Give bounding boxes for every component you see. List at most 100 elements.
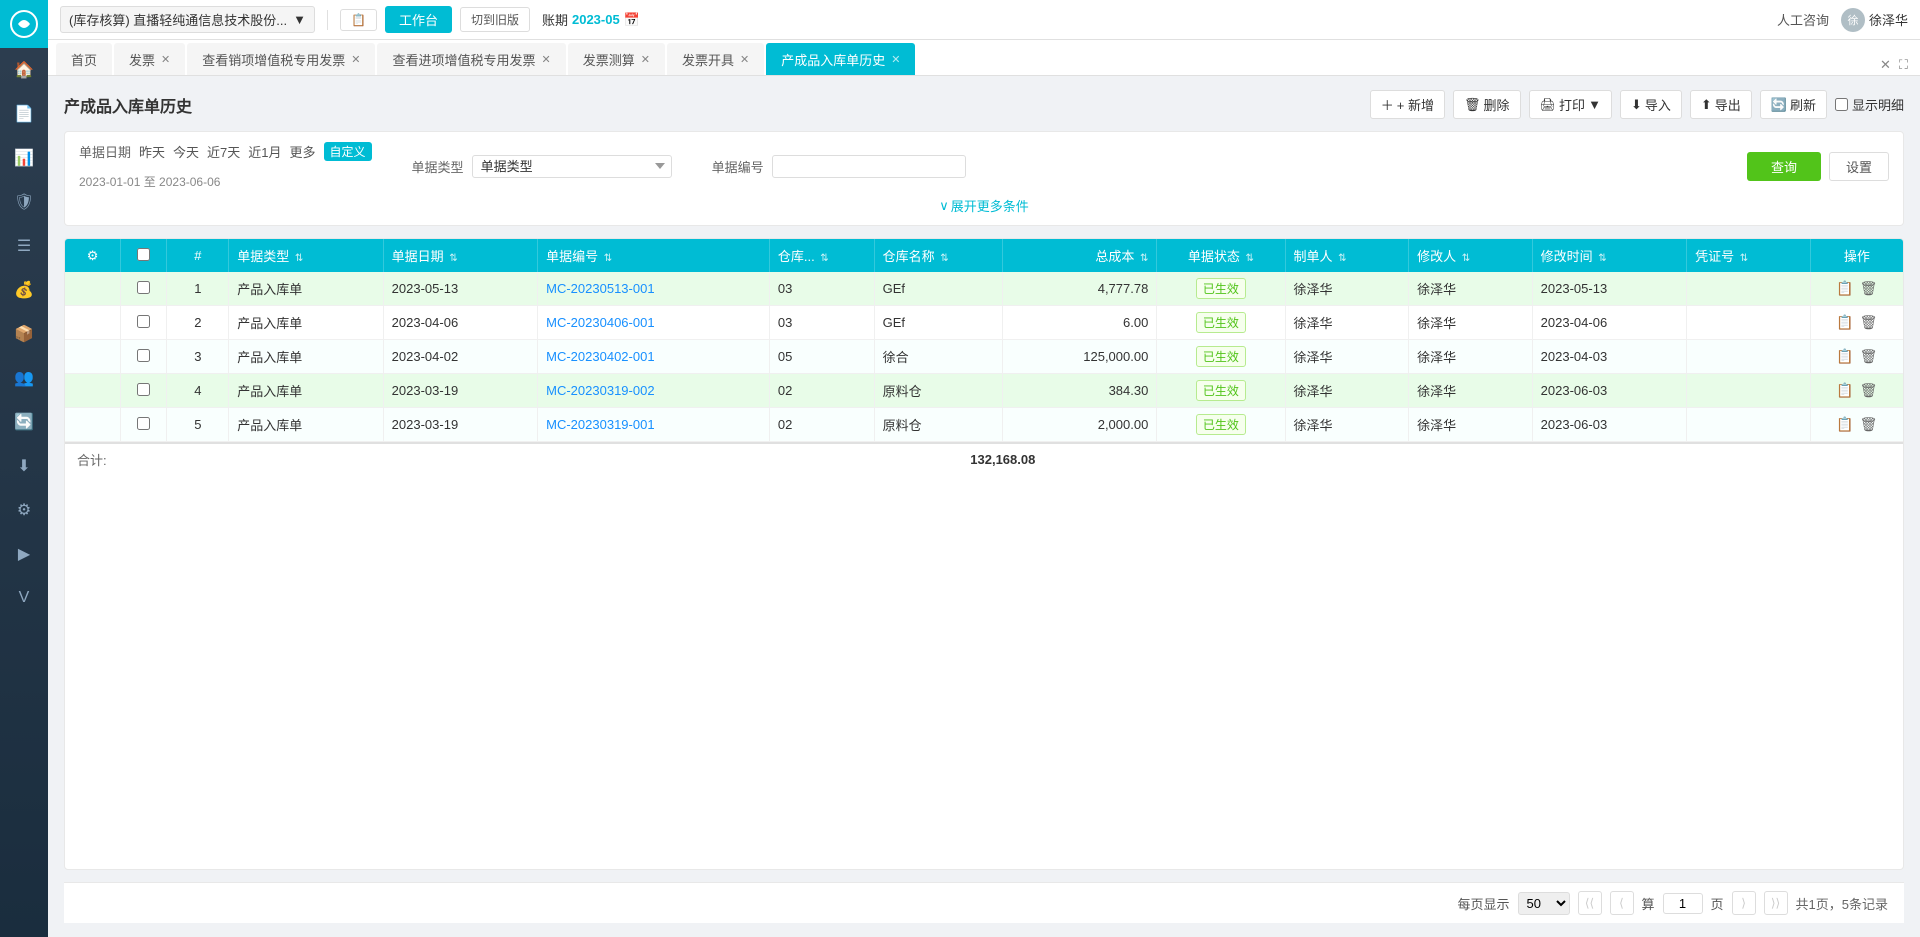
row-code[interactable]: MC-20230319-002 [538, 374, 770, 408]
delete-btn[interactable]: 🗑 删除 [1453, 90, 1521, 119]
row-delete-icon[interactable]: 🗑 [1860, 280, 1878, 297]
filter-expand-btn[interactable]: ∨ 展开更多条件 [939, 196, 1029, 215]
tab-issue-close[interactable]: ✕ [740, 53, 749, 66]
row-delete-icon[interactable]: 🗑 [1860, 314, 1878, 331]
row-checkbox[interactable] [137, 281, 150, 294]
refresh-btn[interactable]: 🔄 刷新 [1760, 90, 1827, 119]
row-edit-icon[interactable]: 📋 [1836, 348, 1853, 365]
sidebar-item-list[interactable]: ☰ [0, 224, 48, 268]
row-code[interactable]: MC-20230513-001 [538, 272, 770, 306]
help-link[interactable]: 人工咨询 [1777, 10, 1829, 29]
tab-expand-icon[interactable]: ⛶ [1899, 57, 1908, 73]
filter-custom[interactable]: 自定义 [324, 142, 372, 161]
user-area[interactable]: 徐 徐泽华 [1841, 8, 1908, 32]
tab-purchase-invoice-close[interactable]: ✕ [542, 53, 551, 66]
period-calendar-icon[interactable]: 📅 [624, 12, 640, 28]
tab-history[interactable]: 产成品入库单历史 ✕ [766, 43, 915, 75]
per-page-select[interactable]: 50 10 20 100 [1518, 892, 1570, 915]
tab-home[interactable]: 首页 [56, 43, 112, 75]
row-code[interactable]: MC-20230406-001 [538, 306, 770, 340]
row-edit-icon[interactable]: 📋 [1836, 382, 1853, 399]
filter-type-select[interactable]: 单据类型 [472, 155, 672, 178]
row-checkbox[interactable] [137, 383, 150, 396]
row-delete-icon[interactable]: 🗑 [1860, 382, 1878, 399]
tab-invoice-close[interactable]: ✕ [161, 53, 170, 66]
sidebar-item-gear[interactable]: ⚙ [0, 488, 48, 532]
row-checkbox[interactable] [137, 315, 150, 328]
page-input[interactable] [1663, 893, 1703, 914]
col-editor[interactable]: 修改人 ⇅ [1409, 239, 1533, 272]
doc-icon-btn[interactable]: 📋 [340, 9, 377, 31]
tab-sales-invoice[interactable]: 查看销项增值税专用发票 ✕ [187, 43, 375, 75]
workbench-btn[interactable]: 工作台 [385, 6, 452, 33]
new-btn[interactable]: ＋ + 新增 [1370, 90, 1445, 119]
sidebar-item-refresh[interactable]: 🔄 [0, 400, 48, 444]
filter-today[interactable]: 今天 [173, 142, 199, 161]
filter-1month[interactable]: 近1月 [248, 142, 281, 161]
import-btn[interactable]: ⬇ 导入 [1620, 90, 1682, 119]
sidebar-item-chart[interactable]: 📊 [0, 136, 48, 180]
app-selector[interactable]: (库存核算) 直播轻纯通信息技术股份... ▼ [60, 6, 315, 33]
sidebar-item-v[interactable]: V [0, 576, 48, 620]
select-all-checkbox[interactable] [137, 248, 150, 261]
sidebar-item-doc[interactable]: 📄 [0, 92, 48, 136]
tab-history-close[interactable]: ✕ [891, 53, 900, 66]
col-whname[interactable]: 仓库名称 ⇅ [874, 239, 1002, 272]
col-voucher[interactable]: 凭证号 ⇅ [1687, 239, 1811, 272]
filter-yesterday[interactable]: 昨天 [139, 142, 165, 161]
filter-more[interactable]: 更多 [290, 142, 316, 161]
print-btn[interactable]: 🖨 打印 ▼ [1529, 90, 1612, 119]
row-code[interactable]: MC-20230319-001 [538, 408, 770, 442]
filter-date-label: 单据日期 [79, 142, 131, 161]
row-edit-icon[interactable]: 📋 [1836, 314, 1853, 331]
query-btn[interactable]: 查询 [1747, 152, 1821, 181]
sidebar-item-home[interactable]: 🏠 [0, 48, 48, 92]
row-code[interactable]: MC-20230402-001 [538, 340, 770, 374]
col-wh[interactable]: 仓库... ⇅ [769, 239, 874, 272]
sidebar-item-shield[interactable]: 🛡 [0, 180, 48, 224]
tab-invoice[interactable]: 发票 ✕ [114, 43, 185, 75]
tab-calc[interactable]: 发票测算 ✕ [568, 43, 665, 75]
col-maker[interactable]: 制单人 ⇅ [1285, 239, 1409, 272]
row-delete-icon[interactable]: 🗑 [1860, 348, 1878, 365]
filter-number-input[interactable] [772, 155, 966, 178]
show-detail-toggle[interactable]: 显示明细 [1835, 95, 1904, 114]
col-settings[interactable]: ⚙ [65, 239, 121, 272]
tab-sales-invoice-close[interactable]: ✕ [351, 53, 360, 66]
tab-calc-close[interactable]: ✕ [641, 53, 650, 66]
col-edittime[interactable]: 修改时间 ⇅ [1532, 239, 1686, 272]
row-delete-icon[interactable]: 🗑 [1860, 416, 1878, 433]
col-status[interactable]: 单据状态 ⇅ [1157, 239, 1285, 272]
col-checkbox-all[interactable] [121, 239, 167, 272]
set-btn[interactable]: 设置 [1829, 152, 1889, 181]
tab-purchase-invoice[interactable]: 查看进项增值税专用发票 ✕ [377, 43, 565, 75]
row-edit-icon[interactable]: 📋 [1836, 416, 1853, 433]
sidebar-item-play[interactable]: ▶ [0, 532, 48, 576]
tab-more-icon[interactable]: ✕ [1880, 57, 1891, 73]
last-page-btn[interactable]: ⟩⟩ [1764, 891, 1788, 915]
filter-7days[interactable]: 近7天 [207, 142, 240, 161]
col-code[interactable]: 单据编号 ⇅ [538, 239, 770, 272]
sidebar-item-wallet[interactable]: 💰 [0, 268, 48, 312]
sidebar-item-people[interactable]: 👥 [0, 356, 48, 400]
row-checkbox[interactable] [137, 349, 150, 362]
row-code-link[interactable]: MC-20230402-001 [546, 349, 654, 364]
first-page-btn[interactable]: ⟨⟨ [1578, 891, 1602, 915]
row-code-link[interactable]: MC-20230319-001 [546, 417, 654, 432]
col-cost[interactable]: 总成本 ⇅ [1002, 239, 1156, 272]
sidebar-item-download[interactable]: ⬇ [0, 444, 48, 488]
sidebar-item-box[interactable]: 📦 [0, 312, 48, 356]
switch-version-btn[interactable]: 切到旧版 [460, 7, 530, 32]
col-type[interactable]: 单据类型 ⇅ [229, 239, 383, 272]
next-page-btn[interactable]: ⟩ [1732, 891, 1756, 915]
row-code-link[interactable]: MC-20230406-001 [546, 315, 654, 330]
row-edit-icon[interactable]: 📋 [1836, 280, 1853, 297]
export-btn[interactable]: ⬆ 导出 [1690, 90, 1752, 119]
tab-issue[interactable]: 发票开具 ✕ [667, 43, 764, 75]
col-date[interactable]: 单据日期 ⇅ [383, 239, 537, 272]
row-checkbox[interactable] [137, 417, 150, 430]
prev-page-btn[interactable]: ⟨ [1610, 891, 1634, 915]
row-code-link[interactable]: MC-20230513-001 [546, 281, 654, 296]
row-code-link[interactable]: MC-20230319-002 [546, 383, 654, 398]
show-detail-checkbox[interactable] [1835, 98, 1848, 111]
